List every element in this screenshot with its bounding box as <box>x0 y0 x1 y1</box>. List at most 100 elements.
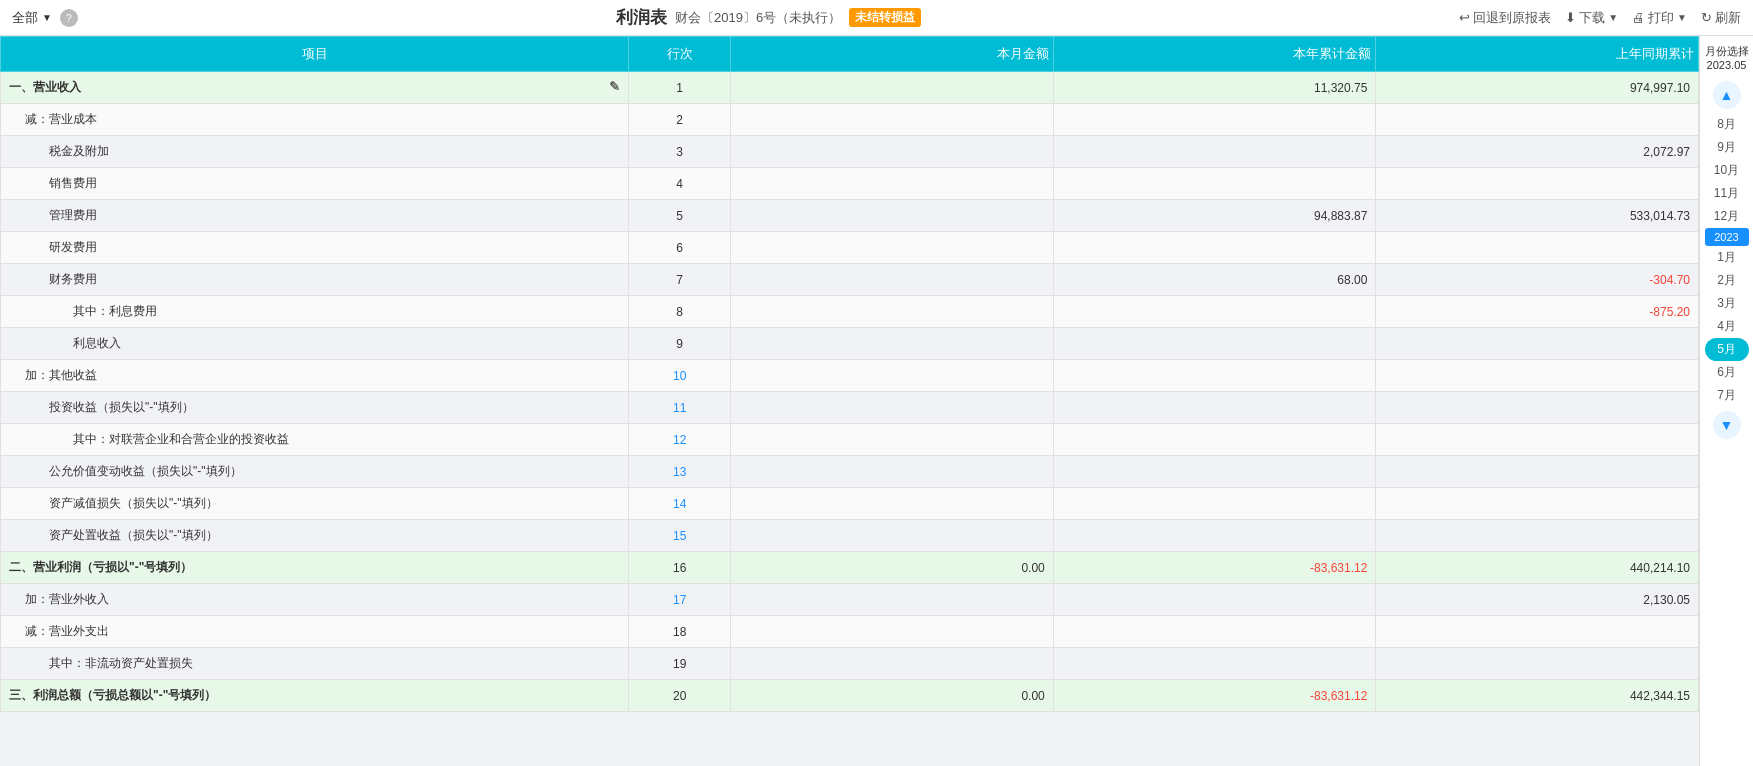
table-cell-year: -83,631.12 <box>1053 680 1376 712</box>
table-cell-item: 管理费用 <box>1 200 629 232</box>
table-cell-year <box>1053 488 1376 520</box>
table-cell-rownum: 1 <box>629 72 731 104</box>
col-header-prev: 上年同期累计 <box>1376 37 1699 72</box>
table-cell-prev <box>1376 456 1699 488</box>
top-bar-left: 全部 ▼ ? <box>12 9 78 27</box>
table-cell-item: 资产处置收益（损失以"-"填列） <box>1 520 629 552</box>
table-cell-rownum: 12 <box>629 424 731 456</box>
table-cell-year: 68.00 <box>1053 264 1376 296</box>
table-cell-rownum: 14 <box>629 488 731 520</box>
table-cell-year <box>1053 456 1376 488</box>
table-cell-rownum: 10 <box>629 360 731 392</box>
table-cell-month <box>731 584 1054 616</box>
table-cell-rownum: 16 <box>629 552 731 584</box>
print-button[interactable]: 🖨 打印 ▼ <box>1632 9 1687 27</box>
table-cell-prev <box>1376 104 1699 136</box>
table-cell-year <box>1053 296 1376 328</box>
table-cell-prev: 974,997.10 <box>1376 72 1699 104</box>
refresh-button[interactable]: ↻ 刷新 <box>1701 9 1741 27</box>
table-cell-prev <box>1376 648 1699 680</box>
table-cell-year <box>1053 648 1376 680</box>
month-item[interactable]: 1月 <box>1705 246 1749 269</box>
col-header-month: 本月金额 <box>731 37 1054 72</box>
chevron-down-icon: ▼ <box>42 12 52 23</box>
table-cell-prev <box>1376 424 1699 456</box>
table-cell-prev <box>1376 616 1699 648</box>
month-item[interactable]: 11月 <box>1705 182 1749 205</box>
table-cell-year <box>1053 104 1376 136</box>
table-cell-item: 资产减值损失（损失以"-"填列） <box>1 488 629 520</box>
table-cell-item: 一、营业收入✎ <box>1 72 629 104</box>
col-header-item: 项目 <box>1 37 629 72</box>
table-cell-rownum: 2 <box>629 104 731 136</box>
table-cell-rownum: 6 <box>629 232 731 264</box>
month-item[interactable]: 9月 <box>1705 136 1749 159</box>
table-cell-item: 加：营业外收入 <box>1 584 629 616</box>
month-item[interactable]: 2023 <box>1705 228 1749 246</box>
main-layout: 项目 行次 本月金额 本年累计金额 上年同期累计 一、营业收入✎111,320.… <box>0 36 1753 766</box>
month-item[interactable]: 4月 <box>1705 315 1749 338</box>
table-cell-year <box>1053 136 1376 168</box>
table-cell-rownum: 20 <box>629 680 731 712</box>
month-item[interactable]: 2月 <box>1705 269 1749 292</box>
edit-icon[interactable]: ✎ <box>609 79 620 94</box>
help-icon[interactable]: ? <box>60 9 78 27</box>
month-item[interactable]: 10月 <box>1705 159 1749 182</box>
month-item[interactable]: 7月 <box>1705 384 1749 407</box>
table-cell-item: 销售费用 <box>1 168 629 200</box>
table-cell-year <box>1053 520 1376 552</box>
table-cell-prev: 2,072.97 <box>1376 136 1699 168</box>
table-cell-year <box>1053 360 1376 392</box>
table-cell-prev <box>1376 168 1699 200</box>
table-cell-rownum: 5 <box>629 200 731 232</box>
table-cell-item: 三、利润总额（亏损总额以"-"号填列） <box>1 680 629 712</box>
month-item[interactable]: 12月 <box>1705 205 1749 228</box>
table-cell-prev: 442,344.15 <box>1376 680 1699 712</box>
month-item[interactable]: 6月 <box>1705 361 1749 384</box>
download-button[interactable]: ⬇ 下载 ▼ <box>1565 9 1618 27</box>
table-cell-prev: -304.70 <box>1376 264 1699 296</box>
table-cell-rownum: 4 <box>629 168 731 200</box>
table-cell-year <box>1053 232 1376 264</box>
table-cell-prev <box>1376 232 1699 264</box>
table-cell-item: 其中：非流动资产处置损失 <box>1 648 629 680</box>
table-cell-month <box>731 328 1054 360</box>
next-period-button[interactable]: ▼ <box>1713 411 1741 439</box>
table-cell-rownum: 9 <box>629 328 731 360</box>
table-cell-prev: 533,014.73 <box>1376 200 1699 232</box>
top-bar: 全部 ▼ ? 利润表 财会〔2019〕6号（未执行） 未结转损益 ↩ 回退到原报… <box>0 0 1753 36</box>
top-bar-center: 利润表 财会〔2019〕6号（未执行） 未结转损益 <box>616 6 921 29</box>
table-cell-month <box>731 520 1054 552</box>
table-cell-rownum: 15 <box>629 520 731 552</box>
month-item[interactable]: 5月 <box>1705 338 1749 361</box>
table-area: 项目 行次 本月金额 本年累计金额 上年同期累计 一、营业收入✎111,320.… <box>0 36 1699 766</box>
table-cell-year <box>1053 392 1376 424</box>
table-cell-prev: 440,214.10 <box>1376 552 1699 584</box>
month-item[interactable]: 8月 <box>1705 113 1749 136</box>
table-cell-rownum: 8 <box>629 296 731 328</box>
chevron-down-icon: ▼ <box>1677 12 1687 23</box>
prev-period-button[interactable]: ▲ <box>1713 81 1741 109</box>
table-cell-item: 加：其他收益 <box>1 360 629 392</box>
table-cell-month <box>731 456 1054 488</box>
col-header-year: 本年累计金额 <box>1053 37 1376 72</box>
table-cell-item: 二、营业利润（亏损以"-"号填列） <box>1 552 629 584</box>
table-cell-month <box>731 648 1054 680</box>
table-cell-month <box>731 232 1054 264</box>
table-cell-prev <box>1376 328 1699 360</box>
return-button[interactable]: ↩ 回退到原报表 <box>1459 9 1551 27</box>
scope-dropdown[interactable]: 全部 ▼ <box>12 9 52 27</box>
table-cell-month <box>731 200 1054 232</box>
table-cell-month <box>731 360 1054 392</box>
panel-title: 月份选择 2023.05 <box>1705 44 1749 73</box>
col-header-rownum: 行次 <box>629 37 731 72</box>
table-cell-month <box>731 392 1054 424</box>
table-cell-item: 其中：对联营企业和合营企业的投资收益 <box>1 424 629 456</box>
right-panel: 月份选择 2023.05 ▲ 8月9月10月11月12月20231月2月3月4月… <box>1699 36 1753 766</box>
scope-label: 全部 <box>12 9 38 27</box>
table-cell-item: 税金及附加 <box>1 136 629 168</box>
month-item[interactable]: 3月 <box>1705 292 1749 315</box>
table-cell-prev <box>1376 520 1699 552</box>
table-cell-year <box>1053 616 1376 648</box>
table-cell-prev: -875.20 <box>1376 296 1699 328</box>
